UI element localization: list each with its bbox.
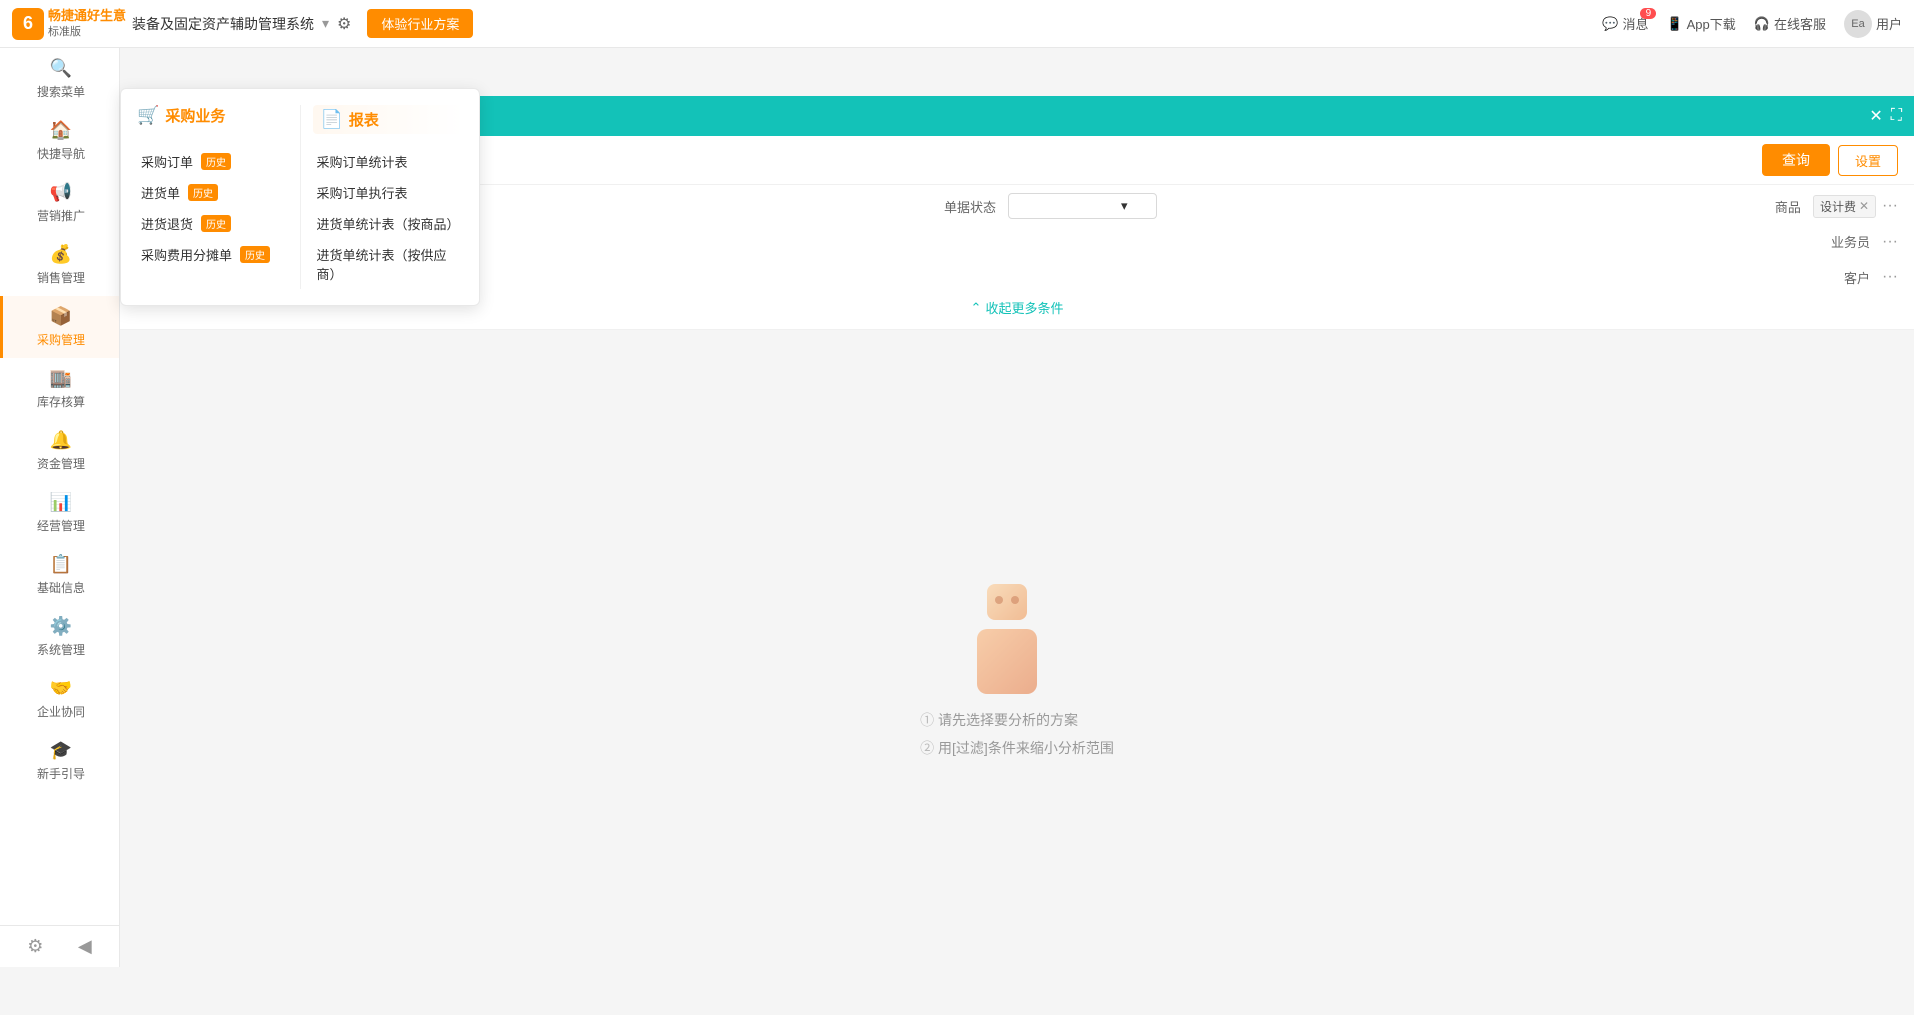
doc-status-label: 单据状态 xyxy=(944,197,996,216)
report-col-icon: 📄 xyxy=(321,109,343,130)
box-icon: 📦 xyxy=(50,306,72,327)
dropdown-item-report-3[interactable]: 进货单统计表（按供应商） xyxy=(313,239,464,289)
sidebar-item-quick-nav[interactable]: 🏠 快捷导航 xyxy=(0,110,119,172)
logo-text: 畅捷通好生意 标准版 xyxy=(48,8,126,39)
logo-icon: 6 xyxy=(12,8,44,40)
online-service-btn[interactable]: 🎧 在线客服 xyxy=(1754,14,1826,33)
warehouse-icon: 🏬 xyxy=(50,368,72,389)
goods-more-btn[interactable]: ··· xyxy=(1882,197,1898,215)
empty-state: ① 请先选择要分析的方案 ② 用[过滤]条件来缩小分析范围 xyxy=(120,330,1914,1015)
collapse-up-icon: ⌃ xyxy=(971,300,982,316)
customer-more-btn[interactable]: ··· xyxy=(1882,268,1898,286)
chevron-down-icon: ▾ xyxy=(1121,198,1128,214)
graduate-icon: 🎓 xyxy=(50,740,72,761)
system-name-label: 装备及固定资产辅助管理系统 xyxy=(132,14,314,34)
goods-tag-close[interactable]: ✕ xyxy=(1859,199,1869,213)
sidebar-item-purchase[interactable]: 📦 采购管理 xyxy=(0,296,119,358)
phone-icon: 📱 xyxy=(1666,16,1682,32)
empty-illustration xyxy=(962,584,1072,694)
dropdown-col-purchase: 🛒 采购业务 采购订单 历史 进货单 历史 进货退货 历史 采购费用分摊单 历史 xyxy=(137,105,288,289)
robot-eye-left xyxy=(995,596,1003,604)
brand-name: 畅捷通好生意 xyxy=(48,8,126,25)
dropdown-item-purchase-expense[interactable]: 采购费用分摊单 历史 xyxy=(137,239,288,270)
dropdown-item-purchase-return[interactable]: 进货退货 历史 xyxy=(137,208,288,239)
robot-eye-right xyxy=(1011,596,1019,604)
history-badge-3: 历史 xyxy=(240,246,270,263)
brand-subtitle: 标准版 xyxy=(48,25,126,39)
clipboard-icon: 📋 xyxy=(50,554,72,575)
message-icon: 💬 xyxy=(1602,16,1618,32)
sidebar-item-finance[interactable]: 🔔 资金管理 xyxy=(0,420,119,482)
home-icon: 🏠 xyxy=(50,120,72,141)
customer-label: 客户 xyxy=(1844,268,1870,287)
doc-status-select[interactable]: ▾ xyxy=(1008,193,1157,219)
messages-badge: 9 xyxy=(1640,8,1656,19)
history-badge-0: 历史 xyxy=(201,153,231,170)
money-icon: 💰 xyxy=(50,244,72,265)
dropdown-item-report-1[interactable]: 采购订单执行表 xyxy=(313,177,464,208)
sidebar-item-inventory[interactable]: 🏬 库存核算 xyxy=(0,358,119,420)
dropdown-cols: 🛒 采购业务 采购订单 历史 进货单 历史 进货退货 历史 采购费用分摊单 历史 xyxy=(137,105,463,289)
search-icon: 🔍 xyxy=(50,58,72,79)
user-menu-btn[interactable]: Ea 用户 xyxy=(1844,10,1902,38)
close-window-icon[interactable]: ✕ xyxy=(1869,106,1882,126)
gear-icon: ⚙️ xyxy=(50,616,72,637)
dropdown-menu: 🛒 采购业务 采购订单 历史 进货单 历史 进货退货 历史 采购费用分摊单 历史 xyxy=(120,88,480,306)
system-settings-icon[interactable]: ⚙ xyxy=(337,14,351,34)
app-download-btn[interactable]: 📱 App下载 xyxy=(1666,14,1735,33)
top-header: 6 畅捷通好生意 标准版 装备及固定资产辅助管理系统 ▾ ⚙ 体验行业方案 💬 … xyxy=(0,0,1914,48)
bell-icon: 🔔 xyxy=(50,430,72,451)
bottom-settings-icon[interactable]: ⚙ xyxy=(27,936,43,957)
goods-label: 商品 xyxy=(1775,197,1801,216)
industry-button[interactable]: 体验行业方案 xyxy=(367,9,473,38)
chart-icon: 📊 xyxy=(50,492,72,513)
sidebar-item-guide[interactable]: 🎓 新手引导 xyxy=(0,730,119,792)
dropdown-item-report-2[interactable]: 进货单统计表（按商品） xyxy=(313,208,464,239)
sidebar-item-system[interactable]: ⚙️ 系统管理 xyxy=(0,606,119,668)
goods-tag: 设计费 ✕ xyxy=(1813,195,1876,218)
logo-area: 6 畅捷通好生意 标准版 xyxy=(12,8,132,40)
purchase-col-icon: 🛒 xyxy=(137,105,159,126)
empty-hints: ① 请先选择要分析的方案 ② 用[过滤]条件来缩小分析范围 xyxy=(920,706,1114,762)
salesman-more-btn[interactable]: ··· xyxy=(1882,233,1898,251)
history-badge-1: 历史 xyxy=(188,184,218,201)
toolbar-right: 查询 设置 xyxy=(1762,144,1898,176)
empty-hint-2: ② 用[过滤]条件来缩小分析范围 xyxy=(920,734,1114,762)
empty-hint-1: ① 请先选择要分析的方案 xyxy=(920,706,1114,734)
sidebar-item-base-info[interactable]: 📋 基础信息 xyxy=(0,544,119,606)
handshake-icon: 🤝 xyxy=(50,678,72,699)
dropdown-divider xyxy=(300,105,301,289)
headset-icon: 🎧 xyxy=(1754,16,1770,32)
maximize-icon[interactable]: ⛶ xyxy=(1891,107,1902,125)
system-name-area: 装备及固定资产辅助管理系统 ▾ ⚙ 体验行业方案 xyxy=(132,9,1602,38)
sidebar-item-operation[interactable]: 📊 经营管理 xyxy=(0,482,119,544)
robot-head xyxy=(987,584,1027,620)
salesman-label: 业务员 xyxy=(1831,232,1870,251)
dropdown-item-report-0[interactable]: 采购订单统计表 xyxy=(313,146,464,177)
tabs-bar-right: ✕ ⛶ xyxy=(1869,106,1914,126)
purchase-col-title: 🛒 采购业务 xyxy=(137,105,288,134)
collapse-sidebar-icon[interactable]: ◀ xyxy=(78,936,92,957)
sidebar-bottom: ⚙ ◀ xyxy=(0,925,119,967)
dropdown-col-report: 📄 报表 采购订单统计表 采购订单执行表 进货单统计表（按商品） 进货单统计表（… xyxy=(313,105,464,289)
system-dropdown-icon[interactable]: ▾ xyxy=(322,15,329,32)
sidebar-item-marketing[interactable]: 📢 营销推广 xyxy=(0,172,119,234)
robot-body xyxy=(977,629,1037,694)
settings-button[interactable]: 设置 xyxy=(1838,145,1898,176)
avatar: Ea xyxy=(1844,10,1872,38)
messages-btn[interactable]: 💬 消息 9 xyxy=(1602,14,1648,33)
history-badge-2: 历史 xyxy=(201,215,231,232)
megaphone-icon: 📢 xyxy=(50,182,72,203)
sidebar-item-enterprise[interactable]: 🤝 企业协同 xyxy=(0,668,119,730)
dropdown-item-purchase-order[interactable]: 采购订单 历史 xyxy=(137,146,288,177)
sidebar-item-sales[interactable]: 💰 销售管理 xyxy=(0,234,119,296)
sidebar-item-search[interactable]: 🔍 搜索菜单 xyxy=(0,48,119,110)
dropdown-item-purchase-receipt[interactable]: 进货单 历史 xyxy=(137,177,288,208)
report-col-title: 📄 报表 xyxy=(313,105,464,134)
header-right: 💬 消息 9 📱 App下载 🎧 在线客服 Ea 用户 xyxy=(1602,10,1902,38)
query-button[interactable]: 查询 xyxy=(1762,144,1830,176)
sidebar: 🔍 搜索菜单 🏠 快捷导航 📢 营销推广 💰 销售管理 📦 采购管理 🏬 库存核… xyxy=(0,48,120,967)
